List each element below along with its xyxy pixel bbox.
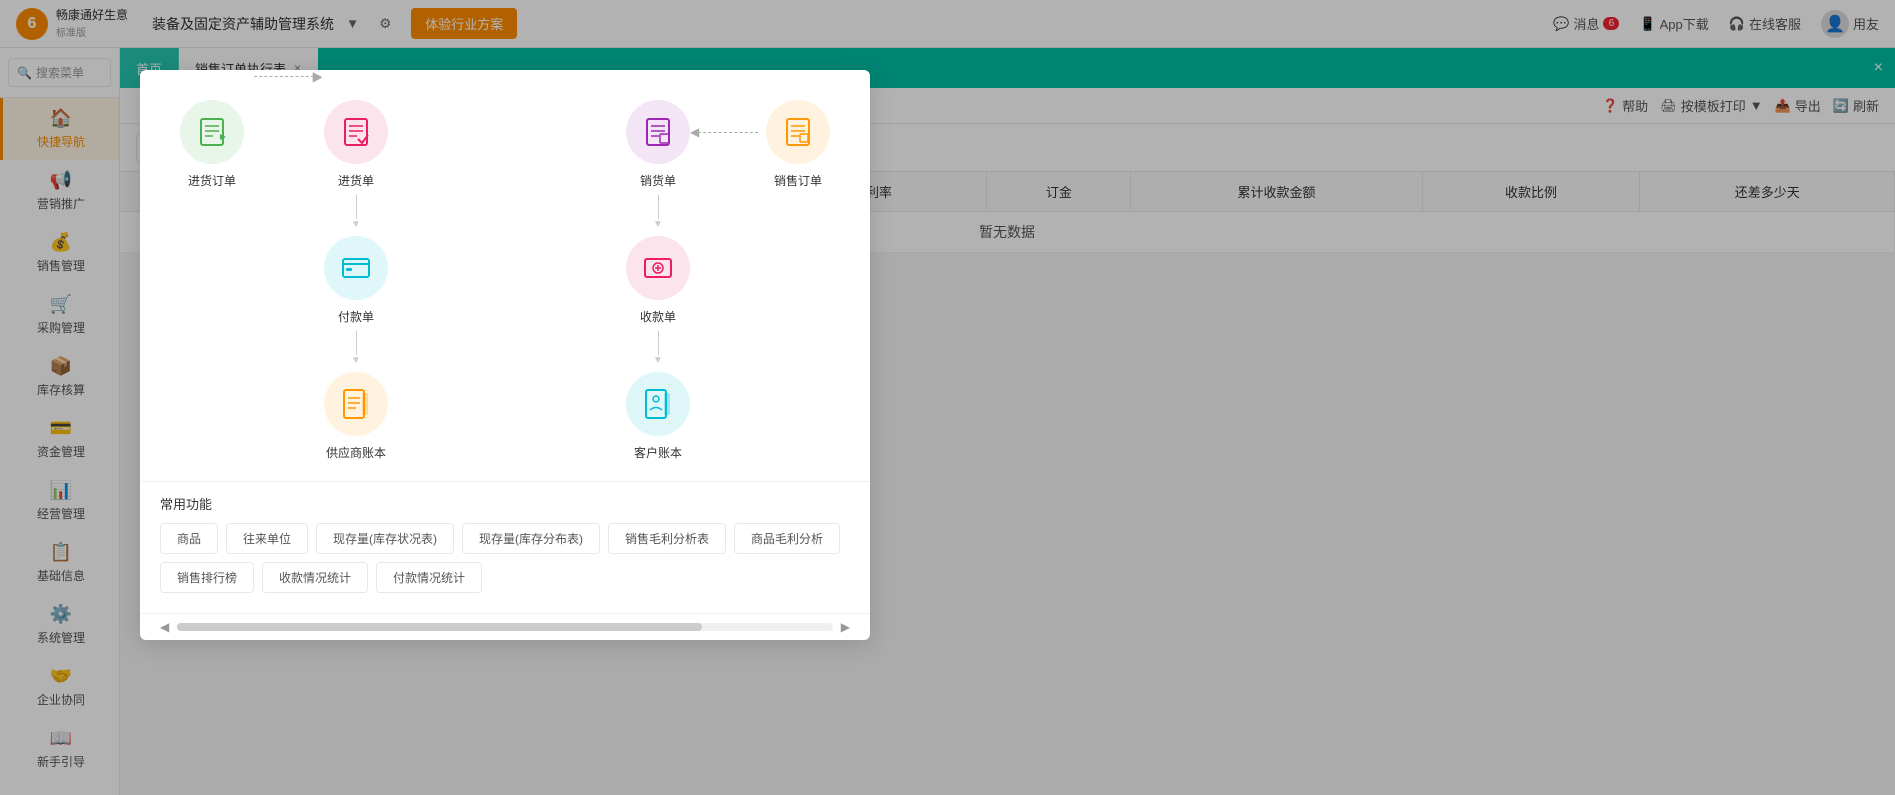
modal-overlay: 进货订单 ▶ 进货单: [0, 0, 1895, 795]
modal-scrollbar: ◀ ▶: [140, 613, 870, 640]
arrow-purchase-to-bill: ▶: [244, 76, 324, 77]
modal-box: 进货订单 ▶ 进货单: [140, 70, 870, 640]
flow-node-sale-bill[interactable]: 销货单: [626, 100, 690, 189]
scroll-right-icon[interactable]: ▶: [841, 620, 850, 634]
sale-bill-label: 销货单: [640, 172, 676, 189]
flow-node-customer-ledger[interactable]: 客户账本: [626, 372, 690, 461]
sale-order-icon: [766, 100, 830, 164]
supplier-ledger-icon: [324, 372, 388, 436]
common-btn-product-gross[interactable]: 商品毛利分析: [734, 523, 840, 554]
sale-bill-icon: [626, 100, 690, 164]
customer-ledger-label: 客户账本: [634, 444, 682, 461]
flow-node-purchase-order[interactable]: 进货订单: [180, 100, 244, 189]
flow-node-receipt[interactable]: 收款单: [626, 236, 690, 325]
common-functions-title: 常用功能: [160, 482, 850, 523]
arrow-down-2: ▼: [351, 325, 361, 372]
arrow-down-4: ▼: [653, 325, 663, 372]
receipt-label: 收款单: [640, 308, 676, 325]
scroll-left-icon[interactable]: ◀: [160, 620, 169, 634]
receipt-icon: [626, 236, 690, 300]
common-buttons-row2: 销售排行榜 收款情况统计 付款情况统计: [160, 562, 850, 593]
common-btn-partner[interactable]: 往来单位: [226, 523, 308, 554]
common-btn-stock-status[interactable]: 现存量(库存状况表): [316, 523, 454, 554]
common-btn-stock-dist[interactable]: 现存量(库存分布表): [462, 523, 600, 554]
payment-icon: [324, 236, 388, 300]
scrollbar-thumb: [177, 623, 701, 631]
sale-order-label: 销售订单: [774, 172, 822, 189]
scrollbar-track[interactable]: [177, 623, 833, 631]
payment-label: 付款单: [338, 308, 374, 325]
common-btn-receipt-stats[interactable]: 收款情况统计: [262, 562, 368, 593]
purchase-bill-icon: [324, 100, 388, 164]
common-btn-sales-gross[interactable]: 销售毛利分析表: [608, 523, 726, 554]
common-btn-sales-rank[interactable]: 销售排行榜: [160, 562, 254, 593]
customer-ledger-icon: [626, 372, 690, 436]
purchase-order-label: 进货订单: [188, 172, 236, 189]
flow-node-sale-order[interactable]: 销售订单: [766, 100, 830, 189]
supplier-ledger-label: 供应商账本: [326, 444, 386, 461]
purchase-bill-label: 进货单: [338, 172, 374, 189]
arrow-down-3: ▼: [653, 189, 663, 236]
flow-node-purchase-bill[interactable]: 进货单: [324, 100, 388, 189]
flow-section: 进货订单 ▶ 进货单: [140, 70, 870, 481]
purchase-order-icon: [180, 100, 244, 164]
common-btn-payment-stats[interactable]: 付款情况统计: [376, 562, 482, 593]
common-functions-section: 常用功能 商品 往来单位 现存量(库存状况表) 现存量(库存分布表) 销售毛利分…: [140, 481, 870, 613]
common-btn-product[interactable]: 商品: [160, 523, 218, 554]
flow-node-payment[interactable]: 付款单: [324, 236, 388, 325]
arrow-down-1: ▼: [351, 189, 361, 236]
common-buttons-row1: 商品 往来单位 现存量(库存状况表) 现存量(库存分布表) 销售毛利分析表 商品…: [160, 523, 850, 554]
flow-node-supplier-ledger[interactable]: 供应商账本: [324, 372, 388, 461]
